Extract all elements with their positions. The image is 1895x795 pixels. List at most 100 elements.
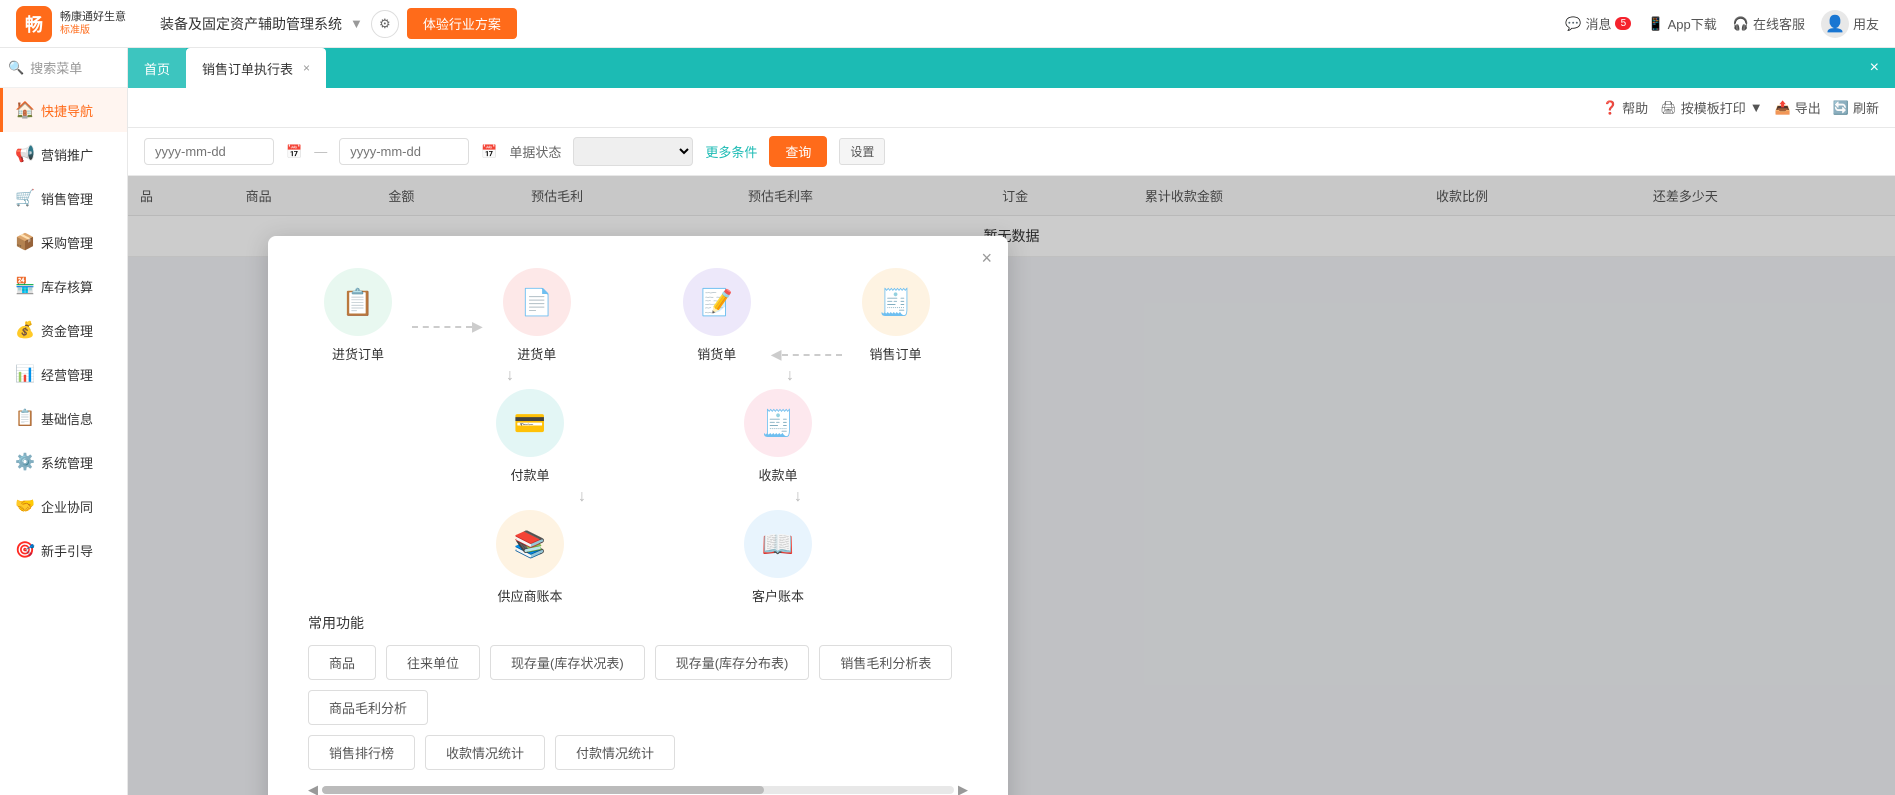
scrollbar-track[interactable] <box>322 786 954 794</box>
sidebar-item-sales[interactable]: 🛒 销售管理 <box>0 176 127 220</box>
purchase-icon: 📦 <box>15 232 33 252</box>
purchase-order-label: 进货订单 <box>332 344 384 363</box>
flow-diagram: 📋 进货订单 ▶ <box>308 268 968 605</box>
message-button[interactable]: 💬 消息 5 <box>1565 14 1631 33</box>
user-area[interactable]: 👤 用友 <box>1821 10 1879 38</box>
payment-bill-icon: 💳 <box>514 408 546 439</box>
arrow-down-1: ↓ <box>476 367 544 385</box>
flow-row-2: 💳 付款单 🧾 <box>308 389 968 484</box>
logo-text: 畅康通好生意 标准版 <box>60 10 126 37</box>
help-button[interactable]: ❓ 帮助 <box>1602 98 1648 117</box>
sidebar-item-finance[interactable]: 💰 资金管理 <box>0 308 127 352</box>
date-from-input[interactable] <box>144 138 274 165</box>
flow-arrows-down-row: ↓ ↓ <box>308 367 968 385</box>
purchase-order-icon: 📋 <box>342 287 374 318</box>
dashed-line-1 <box>412 326 472 328</box>
btn-stock-status[interactable]: 现存量(库存状况表) <box>490 645 645 680</box>
main-area: 🔍 搜索菜单 🏠 快捷导航 📢 营销推广 🛒 销售管理 📦 <box>0 48 1895 795</box>
system-dropdown-icon[interactable]: ▼ <box>350 16 363 31</box>
service-icon: 🎧 <box>1733 16 1749 32</box>
online-service-button[interactable]: 🎧 在线客服 <box>1733 14 1805 33</box>
download-icon: 📱 <box>1647 16 1663 32</box>
btn-sales-rank[interactable]: 销售排行榜 <box>308 735 415 770</box>
flow-item-sales-bill: 📝 销货单 <box>667 268 767 363</box>
refresh-icon: 🔄 <box>1833 100 1849 116</box>
top-bar-right: 💬 消息 5 📱 App下载 🎧 在线客服 👤 用友 <box>1565 10 1879 38</box>
sidebar-search[interactable]: 🔍 搜索菜单 <box>0 48 127 88</box>
sidebar-item-basic-info[interactable]: 📋 基础信息 <box>0 396 127 440</box>
print-button[interactable]: 🖨 按模板打印 ▼ <box>1660 98 1762 117</box>
purchase-bill-circle[interactable]: 📄 <box>503 268 571 336</box>
avatar: 👤 <box>1821 10 1849 38</box>
more-conditions-link[interactable]: 更多条件 <box>705 142 757 161</box>
message-badge: 5 <box>1615 17 1631 30</box>
receipt-bill-circle[interactable]: 🧾 <box>744 389 812 457</box>
purchase-order-circle[interactable]: 📋 <box>324 268 392 336</box>
sidebar-item-operations[interactable]: 📊 经营管理 <box>0 352 127 396</box>
print-icon: 🖨 <box>1660 100 1677 116</box>
sidebar-item-marketing[interactable]: 📢 营销推广 <box>0 132 127 176</box>
settings-small-button[interactable]: 设置 <box>839 138 885 165</box>
modal-close-button[interactable]: × <box>981 248 992 269</box>
sales-order-circle[interactable]: 🧾 <box>862 268 930 336</box>
experience-button[interactable]: 体验行业方案 <box>407 8 517 39</box>
message-icon: 💬 <box>1565 16 1581 32</box>
app-download-button[interactable]: 📱 App下载 <box>1647 14 1716 33</box>
flow-row-1: 📋 进货订单 ▶ <box>308 268 968 363</box>
sidebar-item-guide[interactable]: 🎯 新手引导 <box>0 528 127 572</box>
logo-area: 畅 畅康通好生意 标准版 <box>16 6 144 42</box>
sales-bill-circle[interactable]: 📝 <box>683 268 751 336</box>
tab-close-icon[interactable]: × <box>303 61 310 75</box>
btn-receipt-stats[interactable]: 收款情况统计 <box>425 735 545 770</box>
dashed-line-2 <box>782 354 842 356</box>
content-area: 首页 销售订单执行表 × × ❓ 帮助 🖨 <box>128 48 1895 795</box>
btn-product-margin[interactable]: 商品毛利分析 <box>308 690 428 725</box>
sidebar-item-inventory[interactable]: 🏪 库存核算 <box>0 264 127 308</box>
sidebar-item-purchase[interactable]: 📦 采购管理 <box>0 220 127 264</box>
sales-bill-label: 销货单 <box>697 344 736 363</box>
query-button[interactable]: 查询 <box>769 136 827 167</box>
tab-bar: 首页 销售订单执行表 × × <box>128 48 1895 88</box>
status-select[interactable] <box>573 137 693 166</box>
payment-bill-label: 付款单 <box>510 465 549 484</box>
sales-order-label: 销售订单 <box>870 344 922 363</box>
flow-item-purchase-order: 📋 进货订单 <box>308 268 408 363</box>
tab-bar-close-button[interactable]: × <box>1870 59 1879 77</box>
system-name: 装备及固定资产辅助管理系统 <box>160 14 342 34</box>
refresh-button[interactable]: 🔄 刷新 <box>1833 98 1879 117</box>
finance-icon: 💰 <box>15 320 33 340</box>
sidebar-item-collab[interactable]: 🤝 企业协同 <box>0 484 127 528</box>
content-toolbar: ❓ 帮助 🖨 按模板打印 ▼ 📤 导出 🔄 刷新 <box>128 88 1895 128</box>
scroll-left-icon[interactable]: ◀ <box>308 782 318 795</box>
supplier-ledger-circle[interactable]: 📚 <box>496 510 564 578</box>
operations-icon: 📊 <box>15 364 33 384</box>
basic-info-icon: 📋 <box>15 408 33 428</box>
btn-sales-margin[interactable]: 销售毛利分析表 <box>819 645 952 680</box>
arrow-down-3: ↓ <box>548 488 616 506</box>
search-inner[interactable]: 🔍 搜索菜单 <box>8 58 119 77</box>
tab-sales-order[interactable]: 销售订单执行表 × <box>186 48 326 88</box>
settings-button[interactable]: ⚙ <box>371 10 399 38</box>
tab-home[interactable]: 首页 <box>128 48 186 88</box>
modal-scrollbar[interactable]: ◀ ▶ <box>308 782 968 795</box>
payment-bill-circle[interactable]: 💳 <box>496 389 564 457</box>
modal-box: × 📋 进货订单 <box>268 236 1008 795</box>
search-icon: 🔍 <box>8 60 24 76</box>
btn-payment-stats[interactable]: 付款情况统计 <box>555 735 675 770</box>
sidebar-item-system[interactable]: ⚙️ 系统管理 <box>0 440 127 484</box>
sales-icon: 🛒 <box>15 188 33 208</box>
customer-ledger-circle[interactable]: 📖 <box>744 510 812 578</box>
btn-stock-dist[interactable]: 现存量(库存分布表) <box>655 645 810 680</box>
export-button[interactable]: 📤 导出 <box>1775 98 1821 117</box>
modal-overlay: × 📋 进货订单 <box>128 176 1895 795</box>
common-section: 常用功能 商品 往来单位 现存量(库存状况表) 现存量(库存分布表) 销售毛利分… <box>308 613 968 770</box>
date-to-input[interactable] <box>339 138 469 165</box>
purchase-bill-icon: 📄 <box>521 287 553 318</box>
sidebar-item-quick-nav[interactable]: 🏠 快捷导航 <box>0 88 127 132</box>
common-buttons-row1: 商品 往来单位 现存量(库存状况表) 现存量(库存分布表) 销售毛利分析表 商品… <box>308 645 968 725</box>
scroll-right-icon[interactable]: ▶ <box>958 782 968 795</box>
main-content: 品 商品 金额 预估毛利 预估毛利率 订金 累计收款金额 收款比例 还差多少天 <box>128 176 1895 795</box>
btn-contacts[interactable]: 往来单位 <box>386 645 480 680</box>
btn-product[interactable]: 商品 <box>308 645 376 680</box>
flow-arrow-purchase-to-bill: ▶ <box>408 318 487 363</box>
